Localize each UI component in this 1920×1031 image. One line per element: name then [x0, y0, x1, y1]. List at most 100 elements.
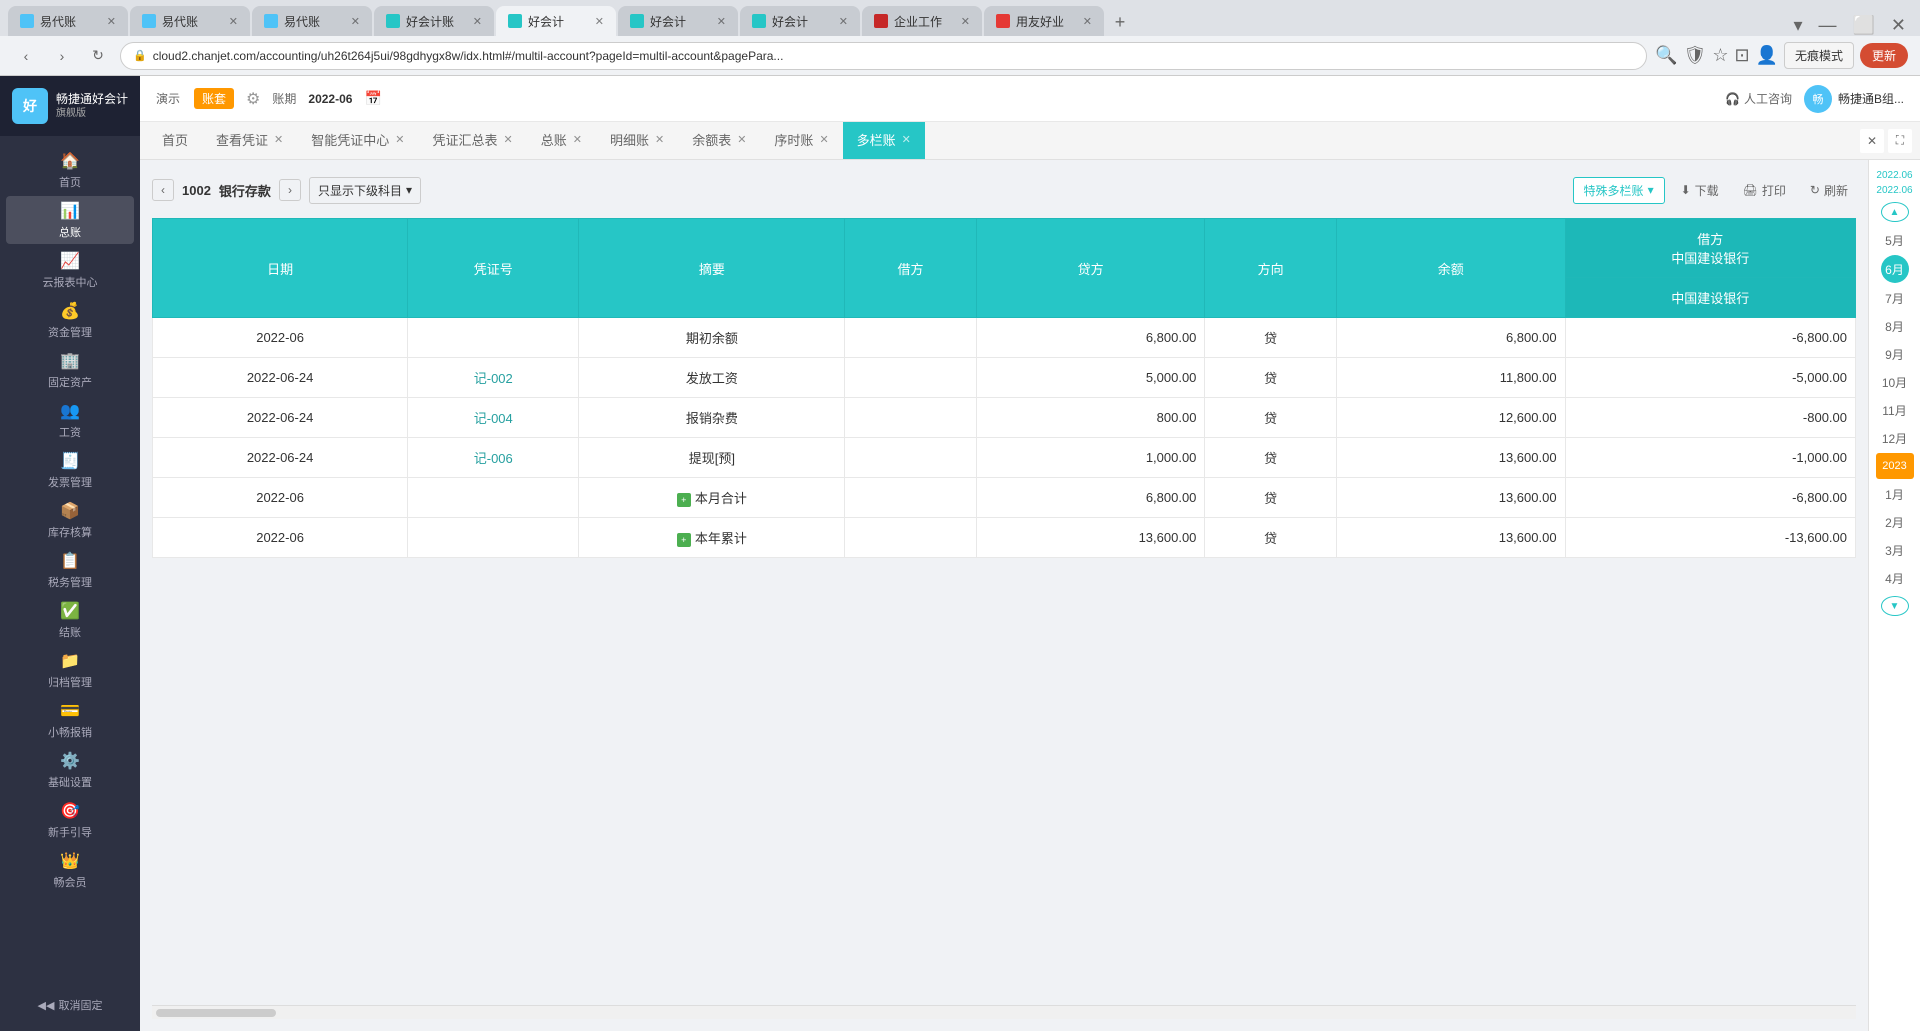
search-icon[interactable]: 🔍	[1655, 45, 1677, 66]
sidebar-item-settle[interactable]: ✅ 结账	[6, 596, 134, 644]
tab-general-ledger-close[interactable]: ✕	[573, 133, 582, 146]
timeline-month-apr[interactable]: 4月	[1876, 565, 1914, 591]
browser-tab-7[interactable]: 好会计 ✕	[740, 6, 860, 36]
back-button[interactable]: ‹	[12, 42, 40, 70]
tab-close-5[interactable]: ✕	[595, 15, 604, 28]
print-button[interactable]: 🖨 打印	[1735, 178, 1794, 203]
tab-close-3[interactable]: ✕	[351, 15, 360, 28]
browser-tab-9[interactable]: 用友好业 ✕	[984, 6, 1104, 36]
browser-tab-2[interactable]: 易代账 ✕	[130, 6, 250, 36]
timeline-month-feb[interactable]: 2月	[1876, 509, 1914, 535]
download-button[interactable]: ⬇ 下载	[1673, 178, 1727, 203]
user-profile-icon[interactable]: 👤	[1756, 45, 1778, 66]
reload-button[interactable]: ↻	[84, 42, 112, 70]
tab-close-1[interactable]: ✕	[107, 15, 116, 28]
tab-smart-center-close[interactable]: ✕	[395, 133, 404, 146]
tab-close-2[interactable]: ✕	[229, 15, 238, 28]
shield-icon[interactable]: 🛡	[1683, 45, 1706, 66]
user-info[interactable]: 畅 畅捷通B组...	[1804, 85, 1904, 113]
address-input[interactable]: 🔒 cloud2.chanjet.com/accounting/uh26t264…	[120, 42, 1647, 70]
timeline-month-11[interactable]: 11月	[1876, 397, 1914, 423]
sidebar-item-archive[interactable]: 📁 归档管理	[6, 646, 134, 694]
browser-tab-4[interactable]: 好会计账 ✕	[374, 6, 494, 36]
sidebar-item-funds[interactable]: 💰 资金管理	[6, 296, 134, 344]
cell-voucher-2[interactable]: 记-004	[408, 398, 579, 438]
sidebar-item-invoice[interactable]: 🧾 发票管理	[6, 446, 134, 494]
tab-close-4[interactable]: ✕	[473, 15, 482, 28]
tab-multi-col[interactable]: 多栏账 ✕	[843, 122, 925, 160]
tab-close-6[interactable]: ✕	[717, 15, 726, 28]
sidebar-item-reports[interactable]: 📈 云报表中心	[6, 246, 134, 294]
tab-sequence-ledger[interactable]: 序时账 ✕	[760, 122, 842, 160]
unpin-button[interactable]: ◀◀ 取消固定	[6, 987, 134, 1023]
timeline-month-8[interactable]: 8月	[1876, 313, 1914, 339]
browser-tab-3[interactable]: 易代账 ✕	[252, 6, 372, 36]
timeline-scroll-up[interactable]: ▲	[1881, 202, 1909, 222]
tab-sequence-ledger-close[interactable]: ✕	[819, 133, 828, 146]
account-next-button[interactable]: ›	[279, 179, 301, 201]
tab-detail-ledger-close[interactable]: ✕	[655, 133, 664, 146]
browser-tab-5[interactable]: 好会计 ✕	[496, 6, 616, 36]
forward-button[interactable]: ›	[48, 42, 76, 70]
calendar-icon[interactable]: 📅	[364, 90, 381, 107]
refresh-button[interactable]: ↻ 刷新	[1802, 178, 1856, 203]
expand-icon[interactable]: ⛶	[1888, 129, 1912, 153]
stealth-mode-button[interactable]: 无痕模式	[1784, 42, 1854, 69]
star-icon[interactable]: ☆	[1712, 45, 1728, 66]
sidebar-item-payroll[interactable]: 👥 工资	[6, 396, 134, 444]
tab-home[interactable]: 首页	[148, 122, 202, 160]
tabs-menu-button[interactable]: ▾	[1787, 15, 1808, 36]
timeline-month-12[interactable]: 12月	[1876, 425, 1914, 451]
timeline-month-9[interactable]: 9月	[1876, 341, 1914, 367]
tab-balance-sheet-close[interactable]: ✕	[737, 133, 746, 146]
timeline-month-6[interactable]: 6月	[1881, 255, 1909, 283]
tabs-collapse-button[interactable]: ✕ ⛶	[1860, 129, 1912, 153]
horizontal-scrollbar[interactable]	[152, 1005, 1856, 1019]
timeline-scroll-down[interactable]: ▼	[1881, 596, 1909, 616]
new-tab-button[interactable]: +	[1106, 8, 1134, 36]
timeline-month-jan[interactable]: 1月	[1876, 481, 1914, 507]
sidebar-item-member[interactable]: 👑 畅会员	[6, 846, 134, 894]
timeline-month-mar[interactable]: 3月	[1876, 537, 1914, 563]
settings-gear-icon[interactable]: ⚙	[246, 89, 260, 109]
close-window-button[interactable]: ✕	[1885, 15, 1912, 36]
tab-multi-col-close[interactable]: ✕	[902, 133, 911, 146]
sidebar-item-tax[interactable]: 📋 税务管理	[6, 546, 134, 594]
sub-filter-dropdown[interactable]: 只显示下级科目 ▾	[309, 177, 421, 204]
browser-tab-6[interactable]: 好会计 ✕	[618, 6, 738, 36]
scroll-thumb[interactable]	[156, 1009, 276, 1017]
tab-voucher-summary[interactable]: 凭证汇总表 ✕	[418, 122, 526, 160]
sidebar-item-settings[interactable]: ⚙️ 基础设置	[6, 746, 134, 794]
consult-button[interactable]: 🎧 人工咨询	[1725, 90, 1792, 107]
minimize-button[interactable]: —	[1812, 15, 1842, 36]
tab-view-voucher[interactable]: 查看凭证 ✕	[202, 122, 297, 160]
sidebar-item-expense[interactable]: 💳 小畅报销	[6, 696, 134, 744]
tab-general-ledger[interactable]: 总账 ✕	[527, 122, 596, 160]
tab-voucher-summary-close[interactable]: ✕	[504, 133, 513, 146]
tab-detail-ledger[interactable]: 明细账 ✕	[596, 122, 678, 160]
tab-balance-sheet[interactable]: 余额表 ✕	[678, 122, 760, 160]
sidebar-item-inventory[interactable]: 📦 库存核算	[6, 496, 134, 544]
timeline-month-5[interactable]: 5月	[1876, 227, 1914, 253]
maximize-button[interactable]: ⬜	[1846, 15, 1880, 36]
cell-voucher-3[interactable]: 记-006	[408, 438, 579, 478]
update-button[interactable]: 更新	[1860, 43, 1908, 68]
sidebar-item-guide[interactable]: 🎯 新手引导	[6, 796, 134, 844]
timeline-month-7[interactable]: 7月	[1876, 285, 1914, 311]
browser-tab-1[interactable]: 易代账 ✕	[8, 6, 128, 36]
sidebar-item-general[interactable]: 📊 总账	[6, 196, 134, 244]
tab-close-9[interactable]: ✕	[1083, 15, 1092, 28]
tab-close-8[interactable]: ✕	[961, 15, 970, 28]
tab-view-voucher-close[interactable]: ✕	[274, 133, 283, 146]
account-prev-button[interactable]: ‹	[152, 179, 174, 201]
tab-close-7[interactable]: ✕	[839, 15, 848, 28]
sidebar-item-home[interactable]: 🏠 首页	[6, 146, 134, 194]
timeline-month-10[interactable]: 10月	[1876, 369, 1914, 395]
sidebar-item-assets[interactable]: 🏢 固定资产	[6, 346, 134, 394]
browser-tab-8[interactable]: 企业工作 ✕	[862, 6, 982, 36]
browser-settings-icon[interactable]: ⊡	[1734, 45, 1749, 66]
cell-voucher-1[interactable]: 记-002	[408, 358, 579, 398]
tab-smart-center[interactable]: 智能凭证中心 ✕	[297, 122, 418, 160]
collapse-icon[interactable]: ✕	[1860, 129, 1884, 153]
multi-col-button[interactable]: 特殊多栏账 ▾	[1573, 177, 1665, 204]
